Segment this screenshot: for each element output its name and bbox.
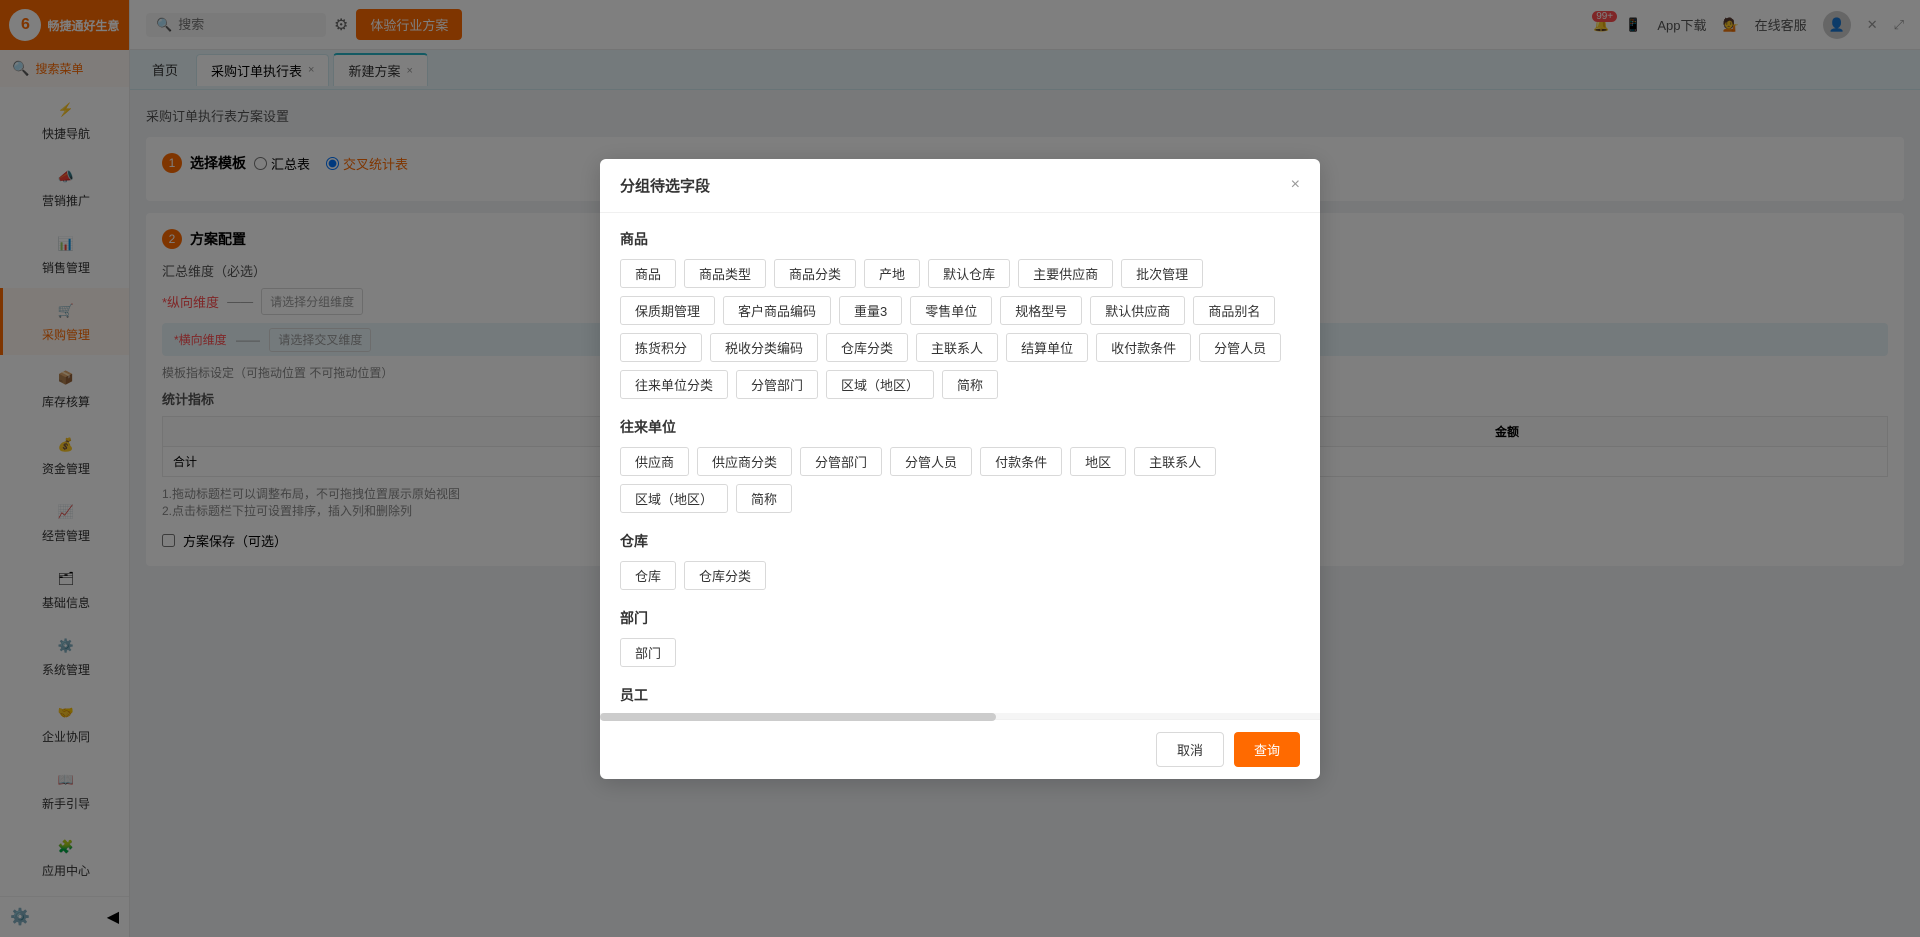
field-tag[interactable]: 客户商品编码: [723, 296, 831, 325]
field-tag[interactable]: 商品分类: [774, 259, 856, 288]
field-tag[interactable]: 商品: [620, 259, 676, 288]
field-tag[interactable]: 分管人员: [1199, 333, 1281, 362]
field-tag[interactable]: 付款条件: [980, 447, 1062, 476]
field-tag[interactable]: 收付款条件: [1096, 333, 1191, 362]
field-tag[interactable]: 简称: [736, 484, 792, 513]
field-tag[interactable]: 仓库: [620, 561, 676, 590]
field-tag[interactable]: 供应商分类: [697, 447, 792, 476]
field-tag[interactable]: 零售单位: [910, 296, 992, 325]
horizontal-scrollbar[interactable]: [600, 713, 1320, 719]
section-title-goods: 商品: [620, 229, 1300, 249]
section-title-warehouse: 仓库: [620, 531, 1300, 551]
field-tag[interactable]: 税收分类编码: [710, 333, 818, 362]
field-tag[interactable]: 主联系人: [916, 333, 998, 362]
field-tag[interactable]: 仓库分类: [826, 333, 908, 362]
field-tag[interactable]: 默认仓库: [928, 259, 1010, 288]
field-tag[interactable]: 地区: [1070, 447, 1126, 476]
field-section-partners: 往来单位供应商供应商分类分管部门分管人员付款条件地区主联系人区域（地区） 简称: [620, 417, 1300, 513]
field-tag[interactable]: 部门: [620, 638, 676, 667]
field-tags-partners: 供应商供应商分类分管部门分管人员付款条件地区主联系人区域（地区） 简称: [620, 447, 1300, 513]
section-title-partners: 往来单位: [620, 417, 1300, 437]
section-title-department: 部门: [620, 608, 1300, 628]
field-tag[interactable]: 产地: [864, 259, 920, 288]
field-tags-goods: 商品商品类型商品分类产地默认仓库主要供应商批次管理保质期管理客户商品编码重量3 零…: [620, 259, 1300, 399]
field-tag[interactable]: 重量3: [839, 296, 902, 325]
field-tag[interactable]: 供应商: [620, 447, 689, 476]
field-section-goods: 商品商品商品类型商品分类产地默认仓库主要供应商批次管理保质期管理客户商品编码重量…: [620, 229, 1300, 399]
dialog-footer: 取消 查询: [600, 719, 1320, 779]
field-tag[interactable]: 分管人员: [890, 447, 972, 476]
confirm-button[interactable]: 查询: [1234, 732, 1300, 767]
field-section-department: 部门部门: [620, 608, 1300, 667]
field-section-employee: 员工业务员: [620, 685, 1300, 713]
section-title-employee: 员工: [620, 685, 1300, 705]
scrollbar-thumb: [600, 713, 996, 721]
field-section-warehouse: 仓库仓库仓库分类: [620, 531, 1300, 590]
field-tag[interactable]: 区域（地区）: [826, 370, 934, 399]
field-tag[interactable]: 分管部门: [800, 447, 882, 476]
cancel-button[interactable]: 取消: [1156, 732, 1224, 767]
field-tag[interactable]: 分管部门: [736, 370, 818, 399]
field-tag[interactable]: 主联系人: [1134, 447, 1216, 476]
dialog-header: 分组待选字段 ×: [600, 159, 1320, 213]
field-tag[interactable]: 简称: [942, 370, 998, 399]
field-selection-dialog: 分组待选字段 × 商品商品商品类型商品分类产地默认仓库主要供应商批次管理保质期管…: [600, 159, 1320, 779]
dialog-close-icon[interactable]: ×: [1291, 176, 1300, 194]
field-tag[interactable]: 拣货积分: [620, 333, 702, 362]
field-tags-warehouse: 仓库仓库分类: [620, 561, 1300, 590]
field-tags-department: 部门: [620, 638, 1300, 667]
field-tag[interactable]: 批次管理: [1121, 259, 1203, 288]
field-tag[interactable]: 商品别名: [1193, 296, 1275, 325]
field-tag[interactable]: 规格型号: [1000, 296, 1082, 325]
field-tag[interactable]: 商品类型: [684, 259, 766, 288]
field-tag[interactable]: 往来单位分类: [620, 370, 728, 399]
field-tag[interactable]: 仓库分类: [684, 561, 766, 590]
modal-overlay: 分组待选字段 × 商品商品商品类型商品分类产地默认仓库主要供应商批次管理保质期管…: [0, 0, 1920, 937]
field-tag[interactable]: 结算单位: [1006, 333, 1088, 362]
dialog-title: 分组待选字段: [620, 175, 710, 196]
field-tag[interactable]: 保质期管理: [620, 296, 715, 325]
dialog-body: 商品商品商品类型商品分类产地默认仓库主要供应商批次管理保质期管理客户商品编码重量…: [600, 213, 1320, 713]
field-tag[interactable]: 区域（地区）: [620, 484, 728, 513]
field-tag[interactable]: 主要供应商: [1018, 259, 1113, 288]
field-tag[interactable]: 默认供应商: [1090, 296, 1185, 325]
